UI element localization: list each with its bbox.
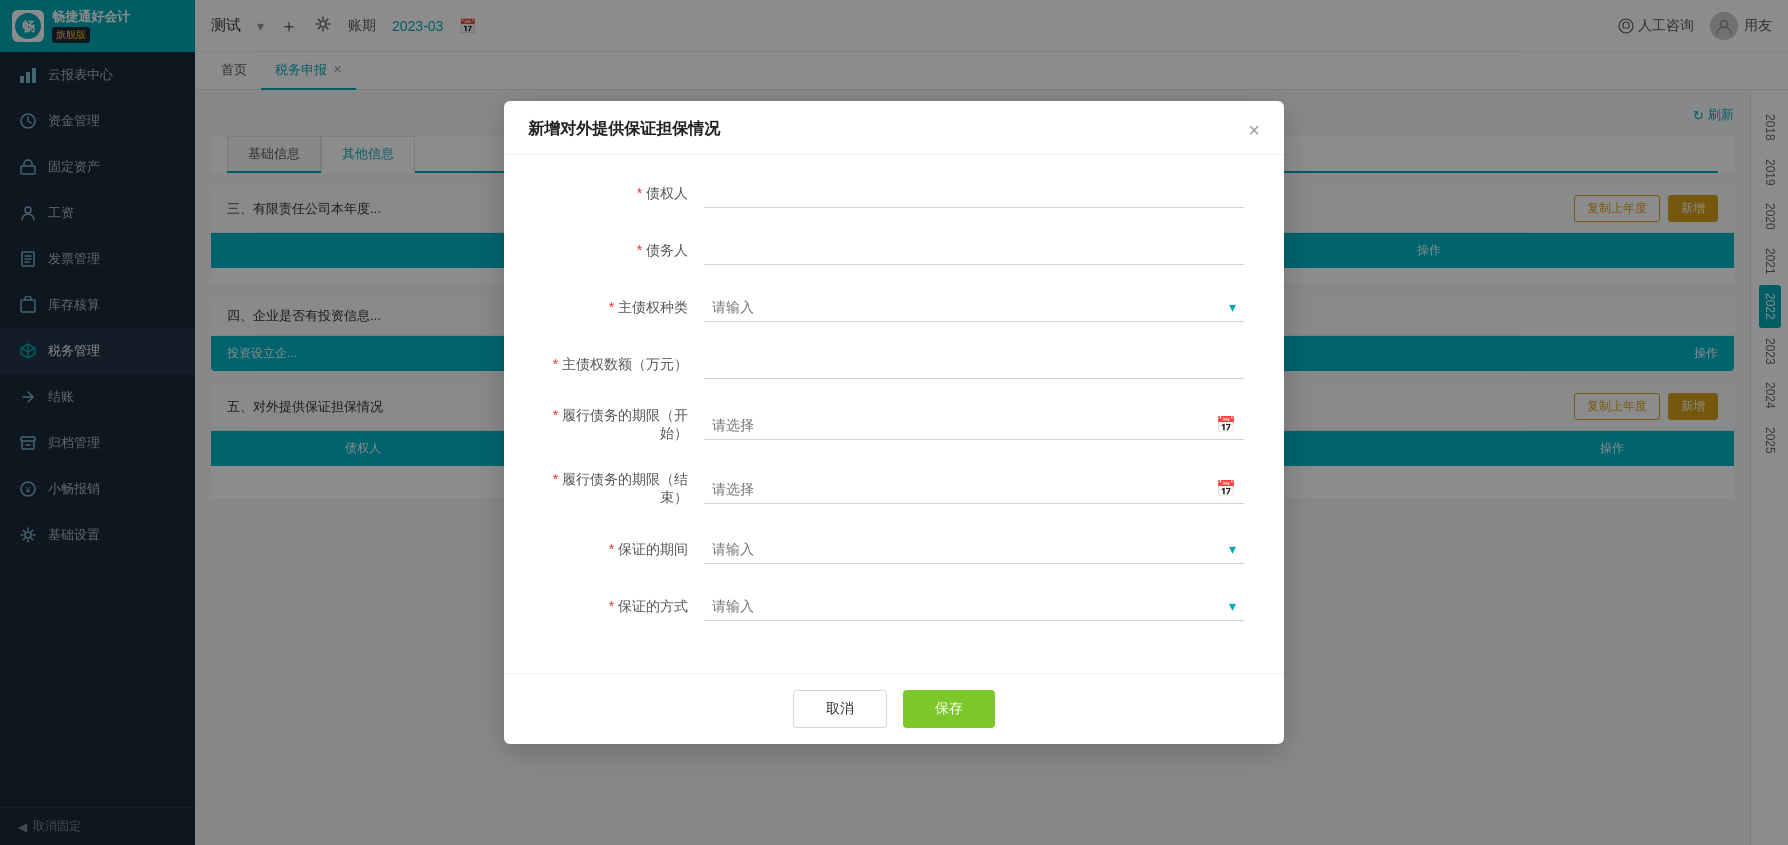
dialog: 新增对外提供保证担保情况 × * 债权人 * 债务人 bbox=[504, 101, 1284, 744]
dialog-close-button[interactable]: × bbox=[1248, 120, 1260, 140]
period-end-date[interactable]: 📅 bbox=[704, 475, 1244, 504]
form-row-claim-type: * 主债权种类 ▾ bbox=[544, 293, 1244, 322]
debtor-input[interactable] bbox=[704, 236, 1244, 265]
period-start-input[interactable] bbox=[704, 411, 1216, 439]
cancel-button[interactable]: 取消 bbox=[793, 690, 887, 728]
form-row-period-start: * 履行债务的期限（开始） 📅 bbox=[544, 407, 1244, 443]
period-start-date[interactable]: 📅 bbox=[704, 411, 1244, 440]
form-row-guarantee-period: * 保证的期间 ▾ bbox=[544, 535, 1244, 564]
guarantee-period-arrow-icon[interactable]: ▾ bbox=[1229, 541, 1244, 557]
claim-amount-input[interactable] bbox=[704, 350, 1244, 379]
claim-type-select[interactable]: ▾ bbox=[704, 293, 1244, 322]
dialog-body: * 债权人 * 债务人 * 主债权种类 bbox=[504, 155, 1284, 673]
debtor-label: * 债务人 bbox=[544, 242, 704, 260]
period-end-input[interactable] bbox=[704, 475, 1216, 503]
form-row-guarantee-method: * 保证的方式 ▾ bbox=[544, 592, 1244, 621]
period-end-label: * 履行债务的期限（结束） bbox=[544, 471, 704, 507]
form-row-creditor: * 债权人 bbox=[544, 179, 1244, 208]
claim-amount-label: * 主债权数额（万元） bbox=[544, 356, 704, 374]
period-start-calendar-icon[interactable]: 📅 bbox=[1216, 415, 1244, 434]
dialog-footer: 取消 保存 bbox=[504, 673, 1284, 744]
guarantee-period-input[interactable] bbox=[704, 535, 1229, 563]
guarantee-period-label: * 保证的期间 bbox=[544, 541, 704, 559]
guarantee-period-select[interactable]: ▾ bbox=[704, 535, 1244, 564]
form-row-period-end: * 履行债务的期限（结束） 📅 bbox=[544, 471, 1244, 507]
period-end-calendar-icon[interactable]: 📅 bbox=[1216, 479, 1244, 498]
period-start-label: * 履行债务的期限（开始） bbox=[544, 407, 704, 443]
form-row-claim-amount: * 主债权数额（万元） bbox=[544, 350, 1244, 379]
guarantee-method-label: * 保证的方式 bbox=[544, 598, 704, 616]
dialog-overlay: 新增对外提供保证担保情况 × * 债权人 * 债务人 bbox=[0, 0, 1788, 845]
creditor-label: * 债权人 bbox=[544, 185, 704, 203]
guarantee-method-select[interactable]: ▾ bbox=[704, 592, 1244, 621]
claim-type-label: * 主债权种类 bbox=[544, 299, 704, 317]
guarantee-method-input[interactable] bbox=[704, 592, 1229, 620]
form-row-debtor: * 债务人 bbox=[544, 236, 1244, 265]
claim-type-arrow-icon[interactable]: ▾ bbox=[1229, 299, 1244, 315]
dialog-title: 新增对外提供保证担保情况 bbox=[528, 119, 720, 140]
guarantee-method-arrow-icon[interactable]: ▾ bbox=[1229, 598, 1244, 614]
claim-type-input[interactable] bbox=[704, 293, 1229, 321]
dialog-header: 新增对外提供保证担保情况 × bbox=[504, 101, 1284, 155]
creditor-input[interactable] bbox=[704, 179, 1244, 208]
save-button[interactable]: 保存 bbox=[903, 690, 995, 728]
